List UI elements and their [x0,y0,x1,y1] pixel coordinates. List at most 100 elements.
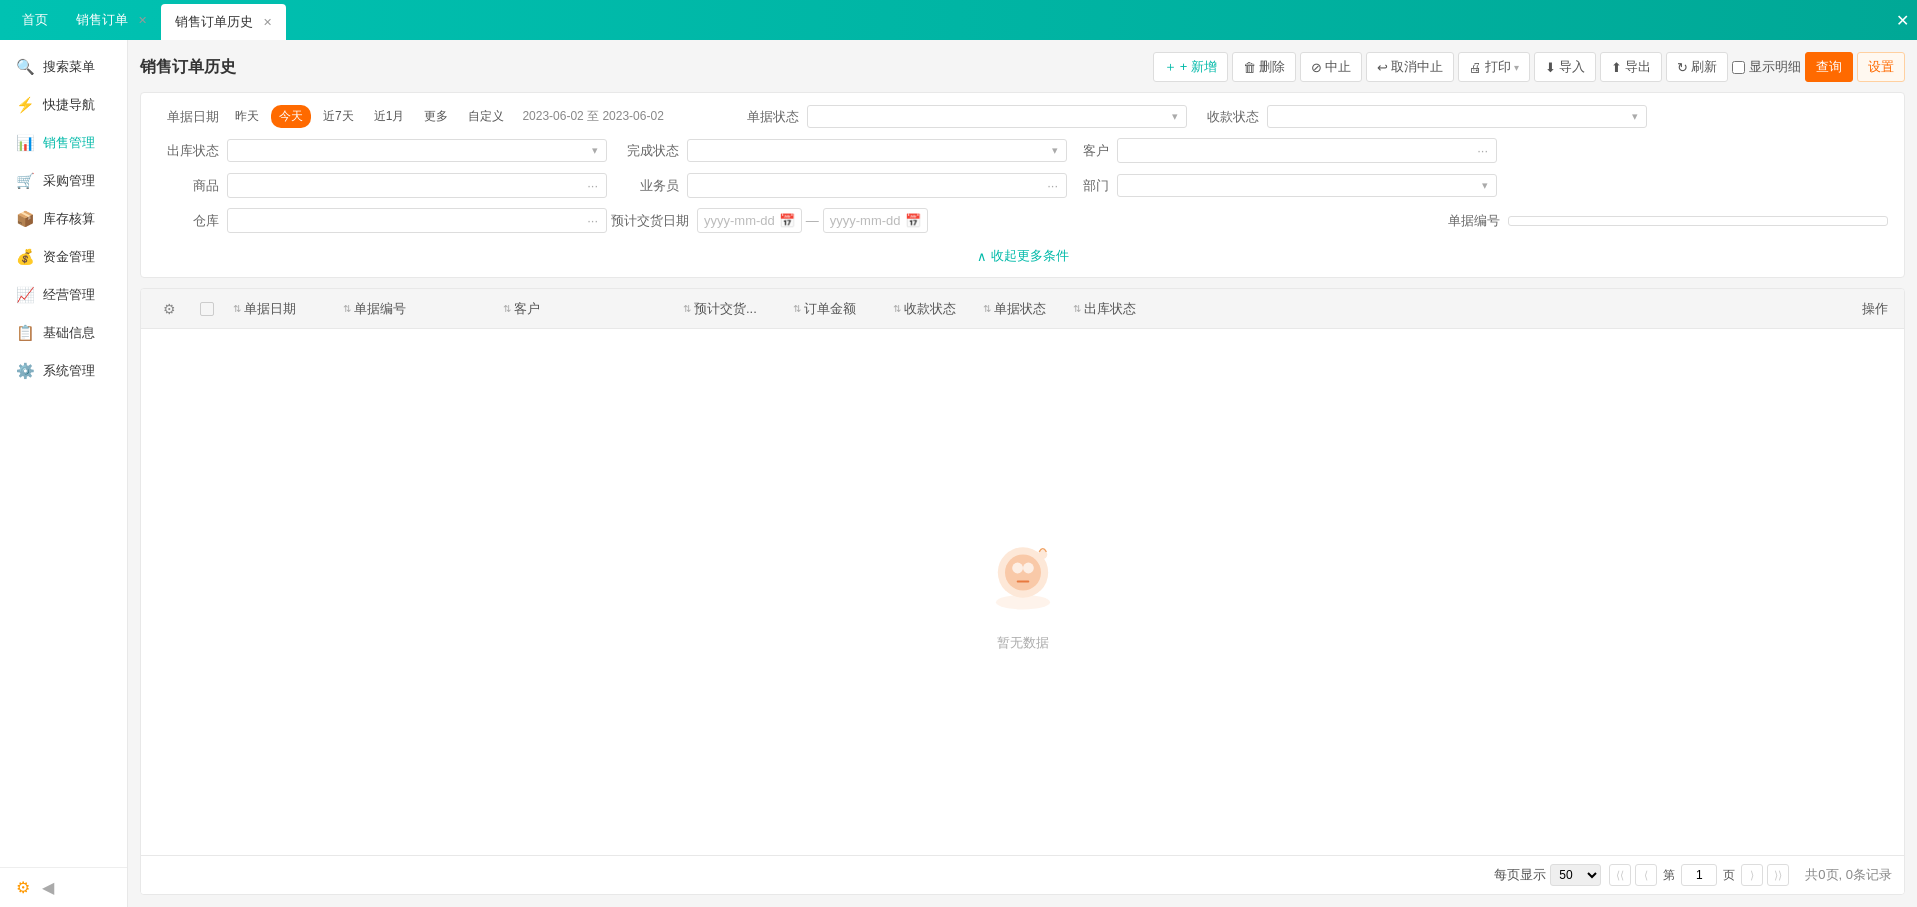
sidebar-item-search-menu[interactable]: 🔍 搜索菜单 [0,48,127,86]
last-page-button[interactable]: ⟩⟩ [1767,864,1789,886]
goods-input[interactable]: ··· [227,173,607,198]
sort-delivery-icon[interactable]: ⇅ [683,303,691,314]
query-button[interactable]: 查询 [1805,52,1853,82]
tab-sales-order[interactable]: 销售订单 ✕ [62,0,161,40]
date-label: 单据日期 [157,108,227,126]
cancel-stop-button[interactable]: ↩ 取消中止 [1366,52,1454,82]
sidebar-item-finance[interactable]: 💰 资金管理 [0,238,127,276]
sort-num-icon[interactable]: ⇅ [343,303,351,314]
sidebar-settings-icon[interactable]: ⚙ [16,878,30,897]
refresh-icon: ↻ [1677,60,1688,75]
add-button[interactable]: ＋ + 新增 [1153,52,1228,82]
goods-label: 商品 [157,177,227,195]
page-header: 销售订单历史 ＋ + 新增 🗑 删除 ⊘ 中止 ↩ 取消中止 [140,52,1905,82]
display-detail-input[interactable] [1732,61,1745,74]
page-size-dropdown[interactable]: 50 10 20 100 [1550,864,1601,886]
salesperson-input[interactable]: ··· [687,173,1067,198]
collapse-row[interactable]: ∧ 收起更多条件 [157,243,1888,265]
goods-ellipsis-icon: ··· [587,178,598,193]
export-button[interactable]: ⬆ 导出 [1600,52,1662,82]
sidebar-item-operations[interactable]: 📈 经营管理 [0,276,127,314]
delete-button[interactable]: 🗑 删除 [1232,52,1296,82]
sidebar-item-purchase[interactable]: 🛒 采购管理 [0,162,127,200]
basic-info-icon: 📋 [16,324,35,342]
complete-status-control: ▾ [687,139,1067,162]
sort-wh-status-icon[interactable]: ⇅ [1073,303,1081,314]
sidebar-item-basic-info[interactable]: 📋 基础信息 [0,314,127,352]
complete-status-select[interactable]: ▾ [687,139,1067,162]
display-detail-checkbox[interactable]: 显示明细 [1732,58,1801,76]
next-page-button[interactable]: ⟩ [1741,864,1763,886]
sidebar-collapse-icon[interactable]: ◀ [42,878,54,897]
filter-row-2: 出库状态 ▾ 完成状态 ▾ 客户 [157,138,1888,163]
cancel-stop-icon: ↩ [1377,60,1388,75]
delivery-date-label: 预计交货日期 [607,212,697,230]
sales-icon: 📊 [16,134,35,152]
print-button[interactable]: 🖨 打印 ▾ [1458,52,1530,82]
sort-recv-status-icon[interactable]: ⇅ [893,303,901,314]
th-num: ⇅ 单据编号 [335,300,495,318]
delivery-date-from[interactable]: yyyy-mm-dd 📅 [697,208,802,233]
import-icon: ⬇ [1545,60,1556,75]
th-amount: ⇅ 订单金额 [785,300,885,318]
doc-status-label: 单据状态 [727,108,807,126]
page-number-input[interactable] [1681,864,1717,886]
empty-text: 暂无数据 [997,634,1049,652]
stop-button[interactable]: ⊘ 中止 [1300,52,1362,82]
doc-num-input[interactable] [1508,216,1888,226]
sidebar-item-sales[interactable]: 📊 销售管理 [0,124,127,162]
date-btn-yesterday[interactable]: 昨天 [227,105,267,128]
sidebar-item-quick-nav[interactable]: ⚡ 快捷导航 [0,86,127,124]
sort-date-icon[interactable]: ⇅ [233,303,241,314]
inventory-icon: 📦 [16,210,35,228]
wh-status-arrow-icon: ▾ [592,144,598,157]
first-page-button[interactable]: ⟨⟨ [1609,864,1631,886]
table-select-all[interactable] [200,302,214,316]
svg-point-2 [1005,555,1041,591]
sort-amount-icon[interactable]: ⇅ [793,303,801,314]
warehouse-label: 仓库 [157,212,227,230]
quick-nav-icon: ⚡ [16,96,35,114]
sidebar-item-system[interactable]: ⚙️ 系统管理 [0,352,127,390]
recv-status-arrow-icon: ▾ [1632,110,1638,123]
calendar-from-icon: 📅 [779,213,795,228]
sort-customer-icon[interactable]: ⇅ [503,303,511,314]
sort-doc-status-icon[interactable]: ⇅ [983,303,991,314]
dept-select[interactable]: ▾ [1117,174,1497,197]
date-btn-1month[interactable]: 近1月 [366,105,413,128]
sidebar-item-inventory[interactable]: 📦 库存核算 [0,200,127,238]
toolbar: ＋ + 新增 🗑 删除 ⊘ 中止 ↩ 取消中止 🖨 打印 [1153,52,1905,82]
th-wh-status: ⇅ 出库状态 [1065,300,1165,318]
import-button[interactable]: ⬇ 导入 [1534,52,1596,82]
date-btn-more[interactable]: 更多 [416,105,456,128]
date-btn-custom[interactable]: 自定义 [460,105,512,128]
content-area: 销售订单历史 ＋ + 新增 🗑 删除 ⊘ 中止 ↩ 取消中止 [128,40,1917,907]
filter-row-1: 单据日期 昨天 今天 近7天 近1月 更多 自定义 2023-06-02 至 2… [157,105,1888,128]
settings-button[interactable]: 设置 [1857,52,1905,82]
tab-sales-order-history[interactable]: 销售订单历史 ✕ [161,4,286,40]
recv-status-select[interactable]: ▾ [1267,105,1647,128]
th-settings: ⚙ [149,301,189,317]
search-menu-icon: 🔍 [16,58,35,76]
warehouse-input[interactable]: ··· [227,208,607,233]
prev-page-button[interactable]: ⟨ [1635,864,1657,886]
filter-row-3: 商品 ··· 业务员 ··· 部门 [157,173,1888,198]
page-nav: ⟨⟨ ⟨ 第 页 ⟩ ⟩⟩ [1609,864,1789,886]
doc-status-select[interactable]: ▾ [807,105,1187,128]
doc-num-label: 单据编号 [1438,212,1508,230]
tab-sales-order-history-close[interactable]: ✕ [263,16,272,29]
customer-input[interactable]: ··· [1117,138,1497,163]
table-settings-icon[interactable]: ⚙ [163,301,176,317]
tab-sales-order-close[interactable]: ✕ [138,14,147,27]
refresh-button[interactable]: ↻ 刷新 [1666,52,1728,82]
empty-state: 暂无数据 [141,329,1904,855]
wh-status-select[interactable]: ▾ [227,139,607,162]
svg-point-3 [1012,563,1023,574]
delivery-date-to[interactable]: yyyy-mm-dd 📅 [823,208,928,233]
tab-home[interactable]: 首页 [8,0,62,40]
date-btn-7days[interactable]: 近7天 [315,105,362,128]
customer-ellipsis-icon: ··· [1477,143,1488,158]
date-btn-today[interactable]: 今天 [271,105,311,128]
date-range-buttons: 昨天 今天 近7天 近1月 更多 自定义 [227,105,512,128]
close-window-icon[interactable]: ✕ [1896,11,1909,30]
